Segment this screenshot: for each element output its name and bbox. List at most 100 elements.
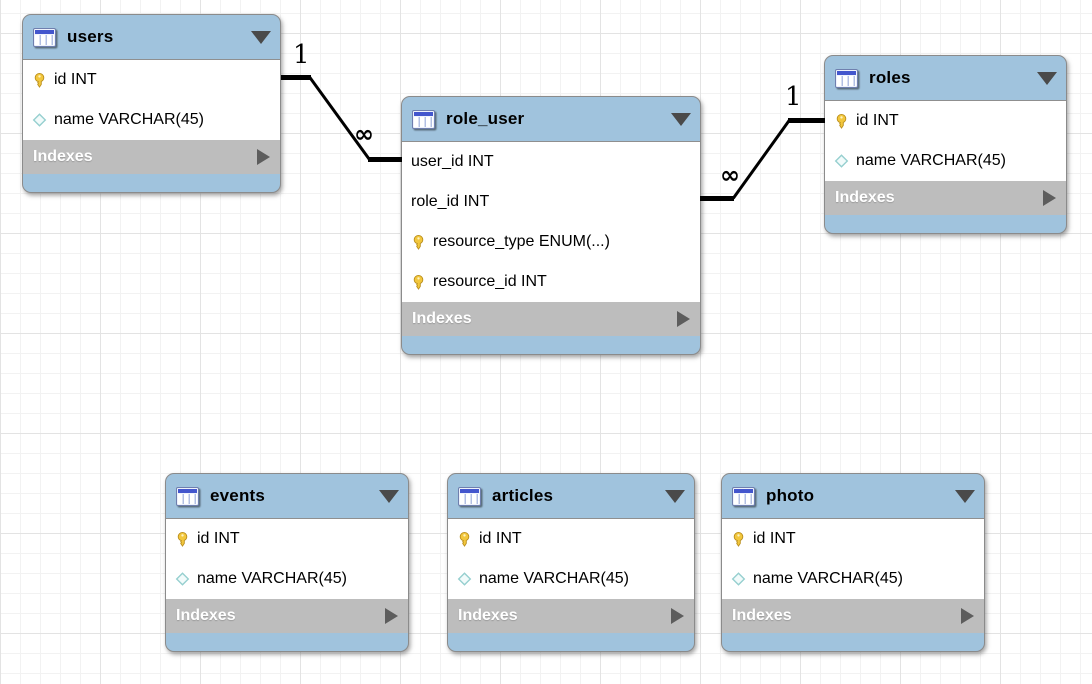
collapse-triangle-icon[interactable]: [379, 489, 399, 503]
table-users-header[interactable]: users: [23, 15, 280, 59]
primary-key-icon: [411, 274, 426, 290]
table-bottom-strip: [402, 336, 700, 354]
table-events[interactable]: events id INT name VARCHAR(45) Indexes: [165, 473, 409, 652]
indexes-footer[interactable]: Indexes: [722, 599, 984, 633]
table-articles-header[interactable]: articles: [448, 474, 694, 518]
column-row[interactable]: resource_id INT: [402, 262, 700, 302]
connection-line-segment[interactable]: [368, 157, 402, 162]
table-icon: [412, 109, 435, 129]
column-row[interactable]: name VARCHAR(45): [825, 141, 1066, 181]
indexes-footer[interactable]: Indexes: [23, 140, 280, 174]
table-roles-header[interactable]: roles: [825, 56, 1066, 100]
diamond-icon: [32, 112, 47, 128]
expand-arrow-icon[interactable]: [1043, 190, 1056, 206]
collapse-triangle-icon[interactable]: [671, 112, 691, 126]
connection-line-segment[interactable]: [788, 118, 825, 123]
table-photo-header[interactable]: photo: [722, 474, 984, 518]
column-text: resource_id INT: [433, 273, 547, 290]
table-events-columns: id INT name VARCHAR(45): [166, 518, 408, 599]
collapse-triangle-icon[interactable]: [251, 30, 271, 44]
table-bottom-strip: [166, 633, 408, 651]
table-title: roles: [869, 68, 911, 87]
indexes-label: Indexes: [458, 607, 518, 624]
table-icon: [835, 68, 858, 88]
table-articles-columns: id INT name VARCHAR(45): [448, 518, 694, 599]
table-bottom-strip: [23, 174, 280, 192]
indexes-footer[interactable]: Indexes: [825, 181, 1066, 215]
column-text: id INT: [197, 530, 240, 547]
column-text: name VARCHAR(45): [479, 570, 629, 587]
indexes-label: Indexes: [33, 148, 93, 165]
table-roles-columns: id INT name VARCHAR(45): [825, 100, 1066, 181]
column-row[interactable]: id INT: [448, 519, 694, 559]
column-row[interactable]: role_id INT: [402, 182, 700, 222]
expand-arrow-icon[interactable]: [961, 608, 974, 624]
table-title: events: [210, 486, 266, 505]
cardinality-one-label: 1: [785, 82, 802, 112]
indexes-label: Indexes: [835, 189, 895, 206]
column-row[interactable]: user_id INT: [402, 142, 700, 182]
table-users[interactable]: users id INT name VARCHAR(45) Indexes: [22, 14, 281, 193]
table-bottom-strip: [825, 215, 1066, 233]
expand-arrow-icon[interactable]: [671, 608, 684, 624]
table-roles[interactable]: roles id INT name VARCHAR(45) Indexes: [824, 55, 1067, 234]
collapse-triangle-icon[interactable]: [955, 489, 975, 503]
column-row[interactable]: id INT: [166, 519, 408, 559]
column-text: name VARCHAR(45): [54, 111, 204, 128]
table-articles[interactable]: articles id INT name VARCHAR(45) Indexes: [447, 473, 695, 652]
table-events-header[interactable]: events: [166, 474, 408, 518]
column-text: name VARCHAR(45): [856, 152, 1006, 169]
indexes-footer[interactable]: Indexes: [166, 599, 408, 633]
column-text: name VARCHAR(45): [197, 570, 347, 587]
expand-arrow-icon[interactable]: [677, 311, 690, 327]
eer-diagram-canvas[interactable]: users id INT name VARCHAR(45) Indexes ro…: [0, 0, 1092, 684]
table-title: role_user: [446, 109, 525, 128]
table-role-user-header[interactable]: role_user: [402, 97, 700, 141]
column-row[interactable]: id INT: [825, 101, 1066, 141]
indexes-label: Indexes: [732, 607, 792, 624]
table-role-user[interactable]: role_user user_id INT role_id INT resour…: [401, 96, 701, 355]
expand-arrow-icon[interactable]: [385, 608, 398, 624]
table-title: users: [67, 27, 114, 46]
indexes-footer[interactable]: Indexes: [448, 599, 694, 633]
column-row[interactable]: id INT: [23, 60, 280, 100]
primary-key-icon: [731, 531, 746, 547]
column-row[interactable]: resource_type ENUM(...): [402, 222, 700, 262]
column-text: id INT: [856, 112, 899, 129]
primary-key-icon: [834, 113, 849, 129]
connection-line-segment[interactable]: [281, 75, 311, 80]
expand-arrow-icon[interactable]: [257, 149, 270, 165]
column-row[interactable]: name VARCHAR(45): [722, 559, 984, 599]
table-photo-columns: id INT name VARCHAR(45): [722, 518, 984, 599]
table-bottom-strip: [722, 633, 984, 651]
diamond-icon: [731, 571, 746, 587]
connection-line-segment[interactable]: [731, 119, 791, 199]
diamond-icon: [175, 571, 190, 587]
connection-line-segment[interactable]: [700, 196, 734, 201]
column-text: resource_type ENUM(...): [433, 233, 610, 250]
table-icon: [458, 486, 481, 506]
indexes-footer[interactable]: Indexes: [402, 302, 700, 336]
table-photo[interactable]: photo id INT name VARCHAR(45) Indexes: [721, 473, 985, 652]
collapse-triangle-icon[interactable]: [1037, 71, 1057, 85]
column-text: id INT: [479, 530, 522, 547]
table-title: articles: [492, 486, 554, 505]
table-icon: [176, 486, 199, 506]
column-row[interactable]: name VARCHAR(45): [166, 559, 408, 599]
cardinality-one-label: 1: [293, 40, 310, 70]
column-text: id INT: [753, 530, 796, 547]
primary-key-icon: [175, 531, 190, 547]
column-text: id INT: [54, 71, 97, 88]
column-text: name VARCHAR(45): [753, 570, 903, 587]
column-row[interactable]: name VARCHAR(45): [448, 559, 694, 599]
diamond-icon: [834, 153, 849, 169]
table-title: photo: [766, 486, 815, 505]
table-users-columns: id INT name VARCHAR(45): [23, 59, 280, 140]
column-text: role_id INT: [411, 193, 490, 210]
column-row[interactable]: name VARCHAR(45): [23, 100, 280, 140]
primary-key-icon: [411, 234, 426, 250]
column-row[interactable]: id INT: [722, 519, 984, 559]
collapse-triangle-icon[interactable]: [665, 489, 685, 503]
cardinality-many-label: ∞: [354, 120, 374, 148]
indexes-label: Indexes: [412, 310, 472, 327]
